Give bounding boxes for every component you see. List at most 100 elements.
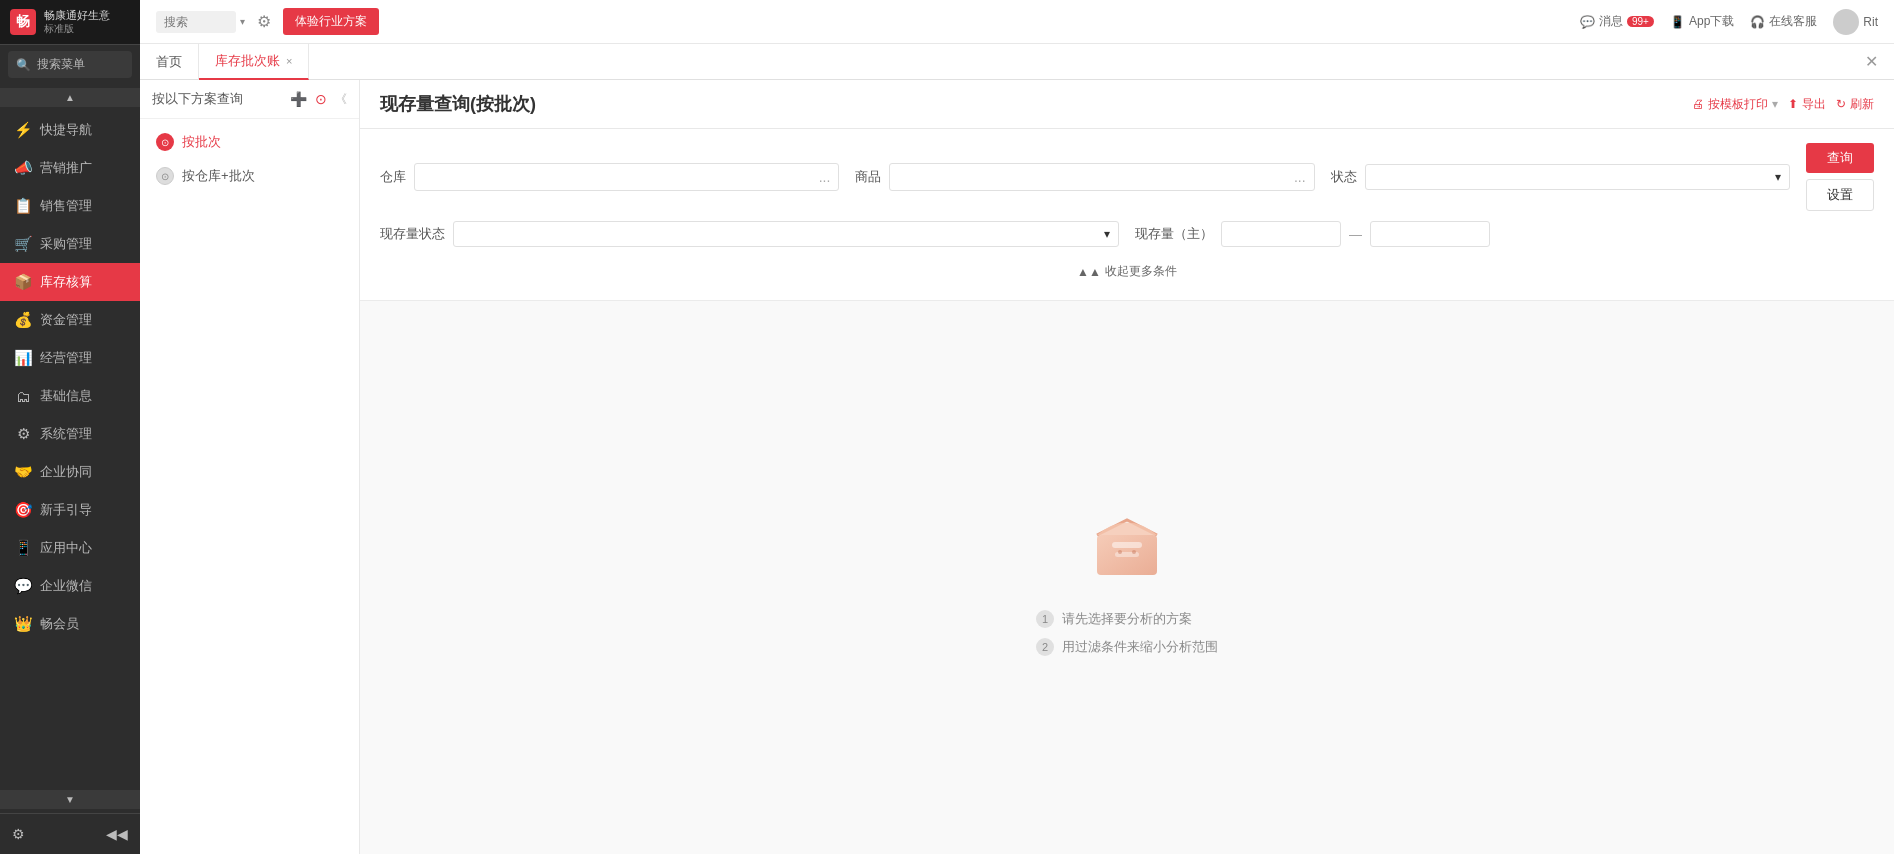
sidebar-item-inventory[interactable]: 📦 库存核算 [0,263,140,301]
plan-item-batch[interactable]: ⊙ 按批次 [140,125,359,159]
left-panel: 按以下方案查询 ➕ ⊙ 《 ⊙ 按批次 ⊙ 按仓库+批次 [140,80,360,854]
inventory-status-select[interactable]: ▾ [453,221,1119,247]
sidebar-item-system[interactable]: ⚙ 系统管理 [0,415,140,453]
plan-warehouse-batch-icon: ⊙ [156,167,174,185]
plan-batch-label: 按批次 [182,133,221,151]
settings-btn[interactable]: 设置 [1806,179,1874,211]
goods-dots-btn[interactable]: ... [1294,169,1306,185]
filter-inventory-status: 现存量状态 ▾ [380,221,1119,247]
status-select[interactable]: ▾ [1365,164,1790,190]
sidebar-item-marketing[interactable]: 📣 营销推广 [0,149,140,187]
plan-list: ⊙ 按批次 ⊙ 按仓库+批次 [140,119,359,199]
sidebar-item-enterprise[interactable]: 🤝 企业协同 [0,453,140,491]
collapse-filter-icon: ▲▲ [1077,265,1101,279]
user-menu-btn[interactable]: Rit [1833,9,1878,35]
topbar-right: 💬 消息 99+ 📱 App下载 🎧 在线客服 Rit [1580,9,1878,35]
print-dropdown-icon[interactable]: ▾ [1772,97,1778,111]
sidebar-item-member[interactable]: 👑 畅会员 [0,605,140,643]
inventory-qty-min[interactable] [1221,221,1341,247]
sidebar-item-quick-nav[interactable]: ⚡ 快捷导航 [0,111,140,149]
sidebar-scroll-down: ▼ [0,786,140,813]
plan-item-warehouse-batch[interactable]: ⊙ 按仓库+批次 [140,159,359,193]
online-service-btn[interactable]: 🎧 在线客服 [1750,13,1817,30]
sidebar-item-purchase[interactable]: 🛒 采购管理 [0,225,140,263]
sidebar-item-newguide[interactable]: 🎯 新手引导 [0,491,140,529]
svg-point-4 [1132,550,1136,554]
scroll-down-btn[interactable]: ▼ [0,790,140,809]
topbar-search-area: ▾ [156,11,245,33]
left-panel-actions: ➕ ⊙ 《 [290,91,347,108]
goods-input[interactable]: ... [889,163,1314,191]
sidebar-search[interactable]: 🔍 搜索菜单 [8,51,132,78]
message-icon: 💬 [1580,15,1595,29]
settings-plan-icon[interactable]: ⊙ [315,91,327,107]
sidebar-icon-finance: 💰 [14,311,32,329]
sidebar-item-operation[interactable]: 📊 经营管理 [0,339,140,377]
filter-row-2: 现存量状态 ▾ 现存量（主） — [380,221,1874,247]
left-panel-title: 按以下方案查询 [152,90,243,108]
topbar-search-dropdown-icon[interactable]: ▾ [240,16,245,27]
topbar-gear-icon[interactable]: ⚙ [257,12,271,31]
sidebar-header: 畅 畅康通好生意 标准版 [0,0,140,45]
trial-btn[interactable]: 体验行业方案 [283,8,379,35]
tab-inventory-batch[interactable]: 库存批次账 × [199,44,309,80]
topbar-left: ▾ ⚙ 体验行业方案 [156,8,379,35]
add-plan-icon[interactable]: ➕ [290,91,307,107]
tab-home[interactable]: 首页 [140,44,199,80]
collapse-filter-btn[interactable]: ▲▲ 收起更多条件 [380,257,1874,286]
sidebar-item-basic[interactable]: 🗂 基础信息 [0,377,140,415]
sidebar-nav: ⚡ 快捷导航 📣 营销推广 📋 销售管理 🛒 采购管理 📦 库存核算 💰 资金管… [0,111,140,786]
scroll-up-btn[interactable]: ▲ [0,88,140,107]
filter-goods: 商品 ... [855,163,1314,191]
refresh-icon: ↻ [1836,97,1846,111]
message-badge: 99+ [1627,16,1654,27]
print-btn[interactable]: 🖨 按模板打印 ▾ [1692,96,1778,113]
sidebar-scroll-up: ▲ [0,84,140,111]
empty-state: 1 请先选择要分析的方案 2 用过滤条件来缩小分析范围 [360,301,1894,854]
sidebar-icon-newguide: 🎯 [14,501,32,519]
sidebar-item-finance[interactable]: 💰 资金管理 [0,301,140,339]
app-download-btn[interactable]: 📱 App下载 [1670,13,1734,30]
sidebar-label-member: 畅会员 [40,615,79,633]
sidebar-label-system: 系统管理 [40,425,92,443]
tab-close-btn[interactable]: × [286,55,292,67]
tab-panel-close-btn[interactable]: ✕ [1849,52,1894,71]
filter-row-1: 仓库 ... 商品 ... [380,143,1874,211]
query-btn[interactable]: 查询 [1806,143,1874,173]
user-avatar [1833,9,1859,35]
sidebar-icon-appcenter: 📱 [14,539,32,557]
tab-home-label: 首页 [156,53,182,71]
empty-step-1: 1 请先选择要分析的方案 [1036,610,1218,628]
plan-warehouse-batch-label: 按仓库+批次 [182,167,255,185]
sidebar-item-wechat[interactable]: 💬 企业微信 [0,567,140,605]
sidebar-icon-inventory: 📦 [14,273,32,291]
main-area: ▾ ⚙ 体验行业方案 💬 消息 99+ 📱 App下载 🎧 在线客服 Rit [140,0,1894,854]
header-actions: 🖨 按模板打印 ▾ ⬆ 导出 ↻ 刷新 [1692,96,1874,125]
sidebar-icon-quick-nav: ⚡ [14,121,32,139]
topbar-search-input[interactable] [156,11,236,33]
collapse-sidebar-btn[interactable]: ◀◀ [102,822,132,846]
svg-rect-1 [1112,542,1142,548]
app-edition: 标准版 [44,22,110,36]
settings-icon[interactable]: ⚙ [8,822,29,846]
sidebar-item-sales[interactable]: 📋 销售管理 [0,187,140,225]
sidebar-label-quick-nav: 快捷导航 [40,121,92,139]
warehouse-input[interactable]: ... [414,163,839,191]
sidebar-label-sales: 销售管理 [40,197,92,215]
sidebar-icon-enterprise: 🤝 [14,463,32,481]
export-btn[interactable]: ⬆ 导出 [1788,96,1826,113]
sidebar-icon-member: 👑 [14,615,32,633]
sidebar-item-appcenter[interactable]: 📱 应用中心 [0,529,140,567]
sidebar-label-enterprise: 企业协同 [40,463,92,481]
refresh-btn[interactable]: ↻ 刷新 [1836,96,1874,113]
inventory-qty-separator: — [1349,227,1362,242]
inventory-qty-max[interactable] [1370,221,1490,247]
sidebar-icon-operation: 📊 [14,349,32,367]
empty-steps: 1 请先选择要分析的方案 2 用过滤条件来缩小分析范围 [1036,610,1218,666]
sidebar-label-purchase: 采购管理 [40,235,92,253]
collapse-panel-icon[interactable]: 《 [335,91,347,108]
message-label: 消息 [1599,13,1623,30]
warehouse-dots-btn[interactable]: ... [819,169,831,185]
sidebar-icon-marketing: 📣 [14,159,32,177]
message-btn[interactable]: 💬 消息 99+ [1580,13,1654,30]
